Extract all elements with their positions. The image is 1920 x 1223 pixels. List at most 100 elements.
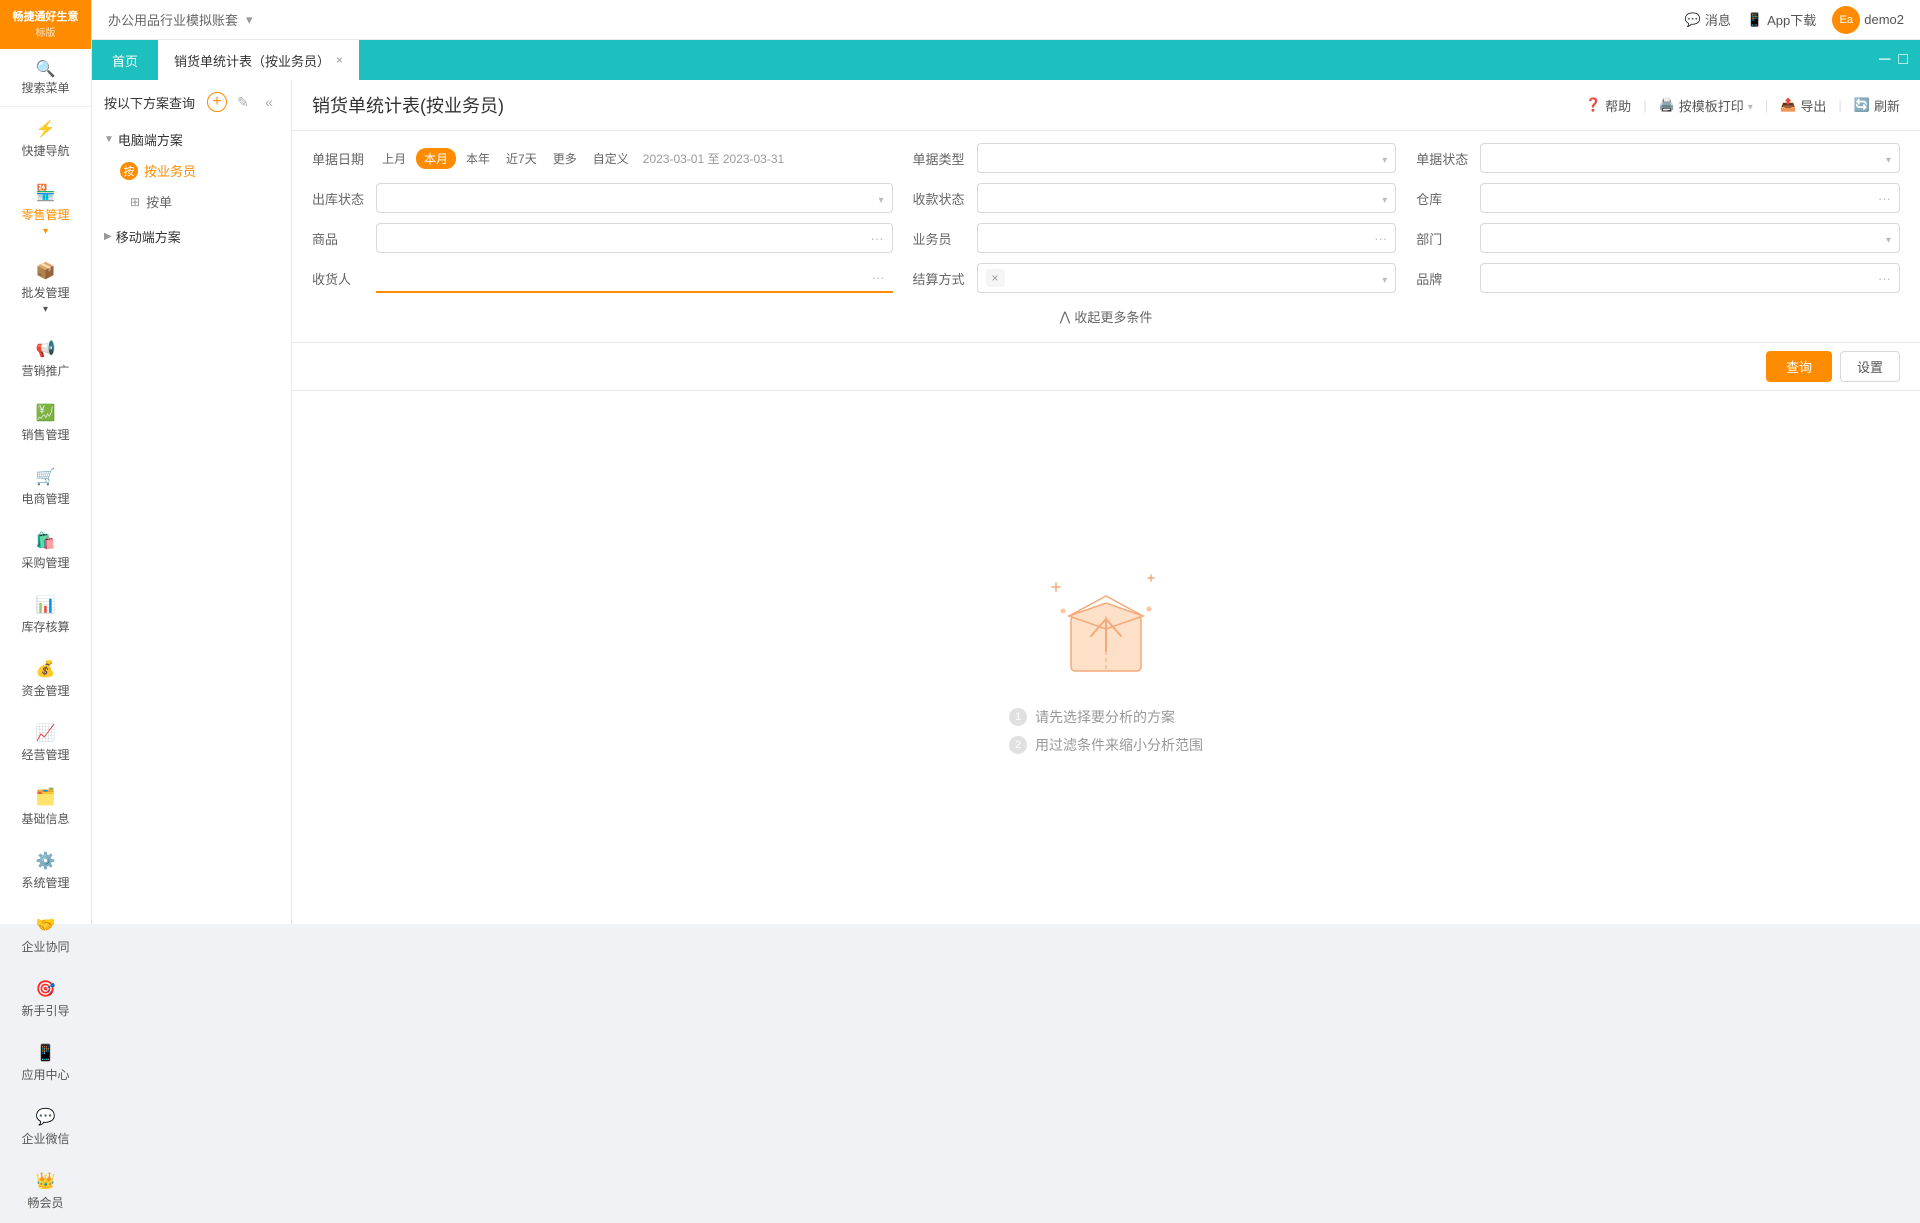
export-button[interactable]: 📤 导出 [1780,96,1826,115]
order-type-select[interactable] [977,143,1397,173]
sidebar-quicknav-label: 快捷导航 [21,142,69,159]
app-download-label: App下载 [1767,10,1816,29]
collapse-filter-button[interactable]: ⋀ 收起更多条件 [1060,307,1153,326]
filter-item-salesperson: 业务员 ··· [913,223,1397,253]
department-label: 部门 [1416,229,1472,248]
salesperson-dots[interactable]: ··· [1374,231,1387,246]
settlement-select[interactable]: × [977,263,1397,293]
tabbar: 首页 销货单统计表（按业务员） × ─ □ [92,40,1920,80]
pc-group-expand-icon: ▼ [104,134,114,145]
sidebar-item-inventory[interactable]: 📊 库存核算 [0,583,91,647]
sidebar-item-wechat[interactable]: 💬 企业微信 [0,1095,91,1159]
salesperson-select[interactable]: ··· [977,223,1397,253]
warehouse-label: 仓库 [1416,189,1472,208]
mobile-scheme-group-header[interactable]: ▶ 移动端方案 [92,221,291,252]
warehouse-select[interactable]: ··· [1480,183,1900,213]
scheme-sub-icon: ⊞ [130,195,140,209]
tab-active-report[interactable]: 销货单统计表（按业务员） × [158,40,359,80]
date-btn-7days[interactable]: 近7天 [500,148,543,169]
sidebar-item-finance[interactable]: 💰 资金管理 [0,647,91,711]
pc-scheme-group-header[interactable]: ▼ 电脑端方案 [92,124,291,155]
sidebar-item-appcenter[interactable]: 📱 应用中心 [0,1031,91,1095]
user-avatar-area[interactable]: Ea demo2 [1832,6,1904,34]
message-button[interactable]: 💬 消息 [1685,10,1731,29]
right-content: 销货单统计表(按业务员) ❓ 帮助 | 🖨️ 按模板打印 [292,80,1920,924]
order-type-chevron [1382,151,1387,166]
date-btn-lastmonth[interactable]: 上月 [376,148,412,169]
receiver-dots[interactable]: ··· [872,270,885,285]
tab-active-label: 销货单统计表（按业务员） [174,51,330,70]
sidebar-item-sales[interactable]: 💹 销售管理 [0,391,91,455]
department-select[interactable] [1480,223,1900,253]
sidebar-item-system[interactable]: ⚙️ 系统管理 [0,839,91,903]
pc-group-label: 电脑端方案 [118,130,183,149]
scheme-item-by-salesperson[interactable]: 按 按业务员 [92,155,291,186]
filter-item-receiver: 收货人 ··· [312,263,893,293]
receiver-select[interactable]: ··· [376,263,893,293]
order-status-label: 单据状态 [1416,149,1472,168]
tab-home-label: 首页 [112,51,138,70]
query-button[interactable]: 查询 [1766,351,1832,382]
pay-status-select[interactable] [977,183,1397,213]
app-download-button[interactable]: 📱 App下载 [1747,10,1816,29]
message-label: 消息 [1705,10,1731,29]
left-panel-header-actions: + ✎ « [207,92,279,112]
breadcrumb-dropdown-icon[interactable]: ▾ [246,12,253,28]
department-chevron [1886,231,1891,246]
brand-label: 品牌 [1416,269,1472,288]
refresh-label: 刷新 [1874,96,1900,115]
print-button[interactable]: 🖨️ 按模板打印 [1659,96,1753,115]
sidebar-item-quicknav[interactable]: ⚡ 快捷导航 [0,107,91,171]
out-status-select[interactable] [376,183,893,213]
logo-subtitle: 标版 [36,24,56,39]
sidebar-item-retail[interactable]: 🏪 零售管理 ▾ [0,171,91,249]
sidebar-member-label: 畅会员 [27,1194,63,1211]
settlement-chevron [1382,271,1387,286]
page-header-actions: ❓ 帮助 | 🖨️ 按模板打印 | 📤 [1585,96,1900,115]
brand-dots[interactable]: ··· [1878,271,1891,286]
brand-select[interactable]: ··· [1480,263,1900,293]
settlement-tag-close[interactable]: × [992,271,999,285]
left-panel-header-label: 按以下方案查询 [104,93,195,112]
mobile-group-expand-icon: ▶ [104,231,112,242]
tabbar-minimize-icon[interactable]: ─ [1879,51,1890,69]
sidebar-item-marketing[interactable]: 📢 营销推广 [0,327,91,391]
sidebar-item-enterprise[interactable]: 🤝 企业协同 [0,903,91,967]
goods-dots[interactable]: ··· [871,231,884,246]
filter-item-goods: 商品 ··· [312,223,893,253]
sidebar-sales-label: 销售管理 [21,426,69,443]
sidebar-item-operations[interactable]: 📈 经营管理 [0,711,91,775]
collapse-panel-button[interactable]: « [259,92,279,112]
sidebar-wechat-label: 企业微信 [21,1130,69,1147]
sidebar-item-basic[interactable]: 🗂️ 基础信息 [0,775,91,839]
sidebar-item-purchase[interactable]: 🛍️ 采购管理 [0,519,91,583]
help-button[interactable]: ❓ 帮助 [1585,96,1631,115]
tab-close-icon[interactable]: × [336,53,343,67]
date-filter: 上月 本月 本年 近7天 更多 自定义 2023-03-01 至 2023-03… [376,148,893,169]
order-status-select[interactable] [1480,143,1900,173]
date-btn-custom[interactable]: 自定义 [587,148,635,169]
date-range-display: 2023-03-01 至 2023-03-31 [643,150,784,167]
empty-num-1: 1 [1009,708,1027,726]
sidebar-item-newbie[interactable]: 🎯 新手引导 [0,967,91,1031]
setting-button[interactable]: 设置 [1840,351,1900,382]
edit-scheme-button[interactable]: ✎ [233,92,253,112]
date-btn-more[interactable]: 更多 [547,148,583,169]
filter-item-order-status: 单据状态 [1416,143,1900,173]
collapse-up-icon: ⋀ [1060,309,1071,325]
sidebar-item-ecommerce[interactable]: 🛒 电商管理 [0,455,91,519]
add-scheme-button[interactable]: + [207,92,227,112]
warehouse-dots[interactable]: ··· [1878,191,1891,206]
tabbar-maximize-icon[interactable]: □ [1898,51,1908,69]
topbar: 办公用品行业模拟账套 ▾ 💬 消息 📱 App下载 Ea demo2 [92,0,1920,40]
pc-scheme-group: ▼ 电脑端方案 按 按业务员 ⊞ 按单 [92,124,291,217]
tab-home[interactable]: 首页 [92,40,158,80]
sidebar-item-member[interactable]: 👑 畅会员 [0,1159,91,1223]
scheme-item-by-order[interactable]: ⊞ 按单 [92,186,291,217]
date-btn-thisyear[interactable]: 本年 [460,148,496,169]
sidebar-item-wholesale[interactable]: 📦 批发管理 ▾ [0,249,91,327]
date-btn-thismonth[interactable]: 本月 [416,148,456,169]
sidebar-item-search[interactable]: 🔍 搜索菜单 [0,49,91,107]
refresh-button[interactable]: 🔄 刷新 [1854,96,1900,115]
goods-select[interactable]: ··· [376,223,893,253]
